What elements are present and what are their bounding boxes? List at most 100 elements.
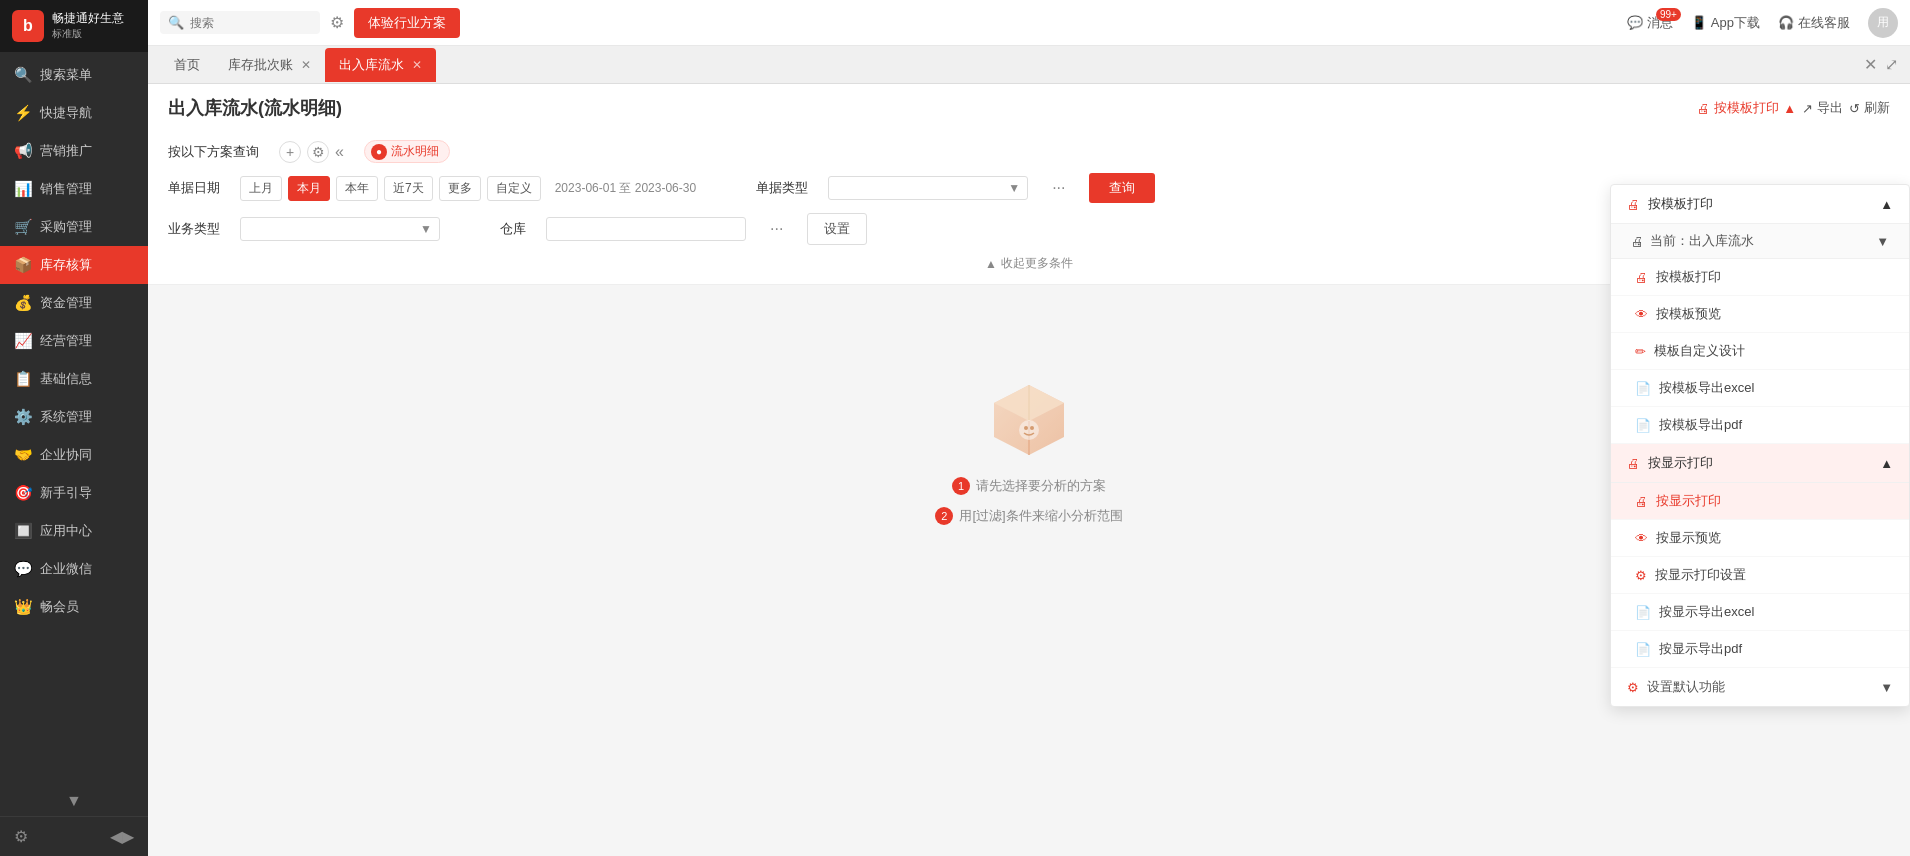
settings-button[interactable]: 设置 [807,213,867,245]
sidebar-item-label: 采购管理 [40,218,92,236]
window-close-btn[interactable]: ✕ [1864,55,1877,74]
sidebar-item-finance[interactable]: 💰 资金管理 [0,284,148,322]
topbar-right: 💬 消息 99+ 📱 App下载 🎧 在线客服 用 [1627,8,1898,38]
sidebar-item-guide[interactable]: 🎯 新手引导 [0,474,148,512]
filter-settings-btn[interactable]: ⚙ [307,141,329,163]
template-print-btn[interactable]: 🖨 按模板打印 ▲ [1697,99,1796,117]
dropdown-item-display-excel-label: 按显示导出excel [1659,603,1754,621]
dropdown-item-display-pdf[interactable]: 📄 按显示导出pdf [1611,631,1909,668]
dropdown-item-display-settings[interactable]: ⚙ 按显示打印设置 [1611,557,1909,594]
filter-tag-icon: ● [371,144,387,160]
date-btn-custom[interactable]: 自定义 [487,176,541,201]
date-btn-prev-month[interactable]: 上月 [240,176,282,201]
dropdown-footer[interactable]: ⚙ 设置默认功能 ▼ [1611,668,1909,706]
tab-batch-close-icon[interactable]: ✕ [301,59,311,71]
svg-point-6 [1030,426,1034,430]
dropdown-item-display-print[interactable]: 🖨 按显示打印 [1611,483,1909,520]
dropdown-footer-icon: ⚙ [1627,680,1639,695]
filter-add-btn[interactable]: + [279,141,301,163]
sidebar-item-enterprise[interactable]: 🤝 企业协同 [0,436,148,474]
dropdown-item-template-print[interactable]: 🖨 按模板打印 [1611,259,1909,296]
sidebar-settings-button[interactable]: ⚙ [14,827,28,846]
empty-hint-1: 1 请先选择要分析的方案 [952,477,1106,495]
system-icon: ⚙️ [14,408,32,426]
app-download-btn[interactable]: 📱 App下载 [1691,14,1760,32]
main-area: 🔍 ⚙ 体验行业方案 💬 消息 99+ 📱 App下载 🎧 在线客服 用 首页 [148,0,1910,856]
filter-tag[interactable]: ● 流水明细 [364,140,450,163]
tab-batch-account[interactable]: 库存批次账 ✕ [214,48,325,82]
collapse-more-btn[interactable]: ▲ 收起更多条件 [985,255,1073,272]
operations-icon: 📈 [14,332,32,350]
warehouse-more-btn[interactable]: ··· [766,220,787,238]
date-btn-current-year[interactable]: 本年 [336,176,378,201]
dropdown-item-display-excel-icon: 📄 [1635,605,1651,620]
sidebar-item-basics[interactable]: 📋 基础信息 [0,360,148,398]
filter-collapse-chevron[interactable]: « [335,143,344,161]
filter-row-1: 按以下方案查询 + ⚙ « ● 流水明细 [168,140,1890,163]
dropdown-current-icon: 🖨 [1631,234,1644,249]
dropdown-display-section[interactable]: 🖨 按显示打印 ▲ [1611,444,1909,483]
doc-type-select[interactable] [828,176,1028,200]
sidebar-item-label: 快捷导航 [40,104,92,122]
tab-home[interactable]: 首页 [160,48,214,82]
sidebar-item-inventory[interactable]: 📦 库存核算 [0,246,148,284]
date-btn-recent7[interactable]: 近7天 [384,176,433,201]
dropdown-item-template-customize[interactable]: ✏ 模板自定义设计 [1611,333,1909,370]
sidebar-item-label: 搜索菜单 [40,66,92,84]
business-type-select[interactable] [240,217,440,241]
topbar-search-input[interactable] [190,16,290,30]
doc-type-select-wrap: ▼ [828,176,1028,200]
sidebar-collapse-button[interactable]: ◀▶ [110,827,134,846]
dropdown-item-display-pdf-icon: 📄 [1635,642,1651,657]
sidebar-item-vip[interactable]: 👑 畅会员 [0,588,148,626]
dropdown-item-display-excel[interactable]: 📄 按显示导出excel [1611,594,1909,631]
sidebar-item-wechat[interactable]: 💬 企业微信 [0,550,148,588]
sidebar-item-appcenter[interactable]: 🔲 应用中心 [0,512,148,550]
date-btn-current-month[interactable]: 本月 [288,176,330,201]
dropdown-item-template-customize-label: 模板自定义设计 [1654,342,1745,360]
export-icon: ↗ [1802,101,1813,116]
sidebar-item-label: 基础信息 [40,370,92,388]
sidebar-item-system[interactable]: ⚙️ 系统管理 [0,398,148,436]
dropdown-item-template-pdf[interactable]: 📄 按模板导出pdf [1611,407,1909,444]
template-print-label: 按模板打印 [1714,99,1779,117]
warehouse-input[interactable] [546,217,746,241]
dropdown-item-template-preview[interactable]: 👁 按模板预览 [1611,296,1909,333]
sidebar-item-search[interactable]: 🔍 搜索菜单 [0,56,148,94]
online-service-btn[interactable]: 🎧 在线客服 [1778,14,1850,32]
dropdown-item-display-preview-icon: 👁 [1635,531,1648,546]
sidebar-item-label: 营销推广 [40,142,92,160]
export-label: 导出 [1817,99,1843,117]
dropdown-item-template-print-label: 按模板打印 [1656,268,1721,286]
sidebar-item-quick-nav[interactable]: ⚡ 快捷导航 [0,94,148,132]
export-btn[interactable]: ↗ 导出 [1802,99,1843,117]
dropdown-item-template-excel[interactable]: 📄 按模板导出excel [1611,370,1909,407]
user-avatar[interactable]: 用 [1868,8,1898,38]
refresh-btn[interactable]: ↺ 刷新 [1849,99,1890,117]
sidebar-item-label: 资金管理 [40,294,92,312]
dropdown-item-template-customize-icon: ✏ [1635,344,1646,359]
dropdown-footer-arrow: ▼ [1880,680,1893,695]
business-type-select-wrap: ▼ [240,217,440,241]
tab-flow-close-icon[interactable]: ✕ [412,59,422,71]
date-btn-more[interactable]: 更多 [439,176,481,201]
tab-flow[interactable]: 出入库流水 ✕ [325,48,436,82]
industry-btn[interactable]: 体验行业方案 [354,8,460,38]
sidebar-scroll-down[interactable]: ▼ [0,786,148,816]
sidebar-item-purchase[interactable]: 🛒 采购管理 [0,208,148,246]
sidebar-item-marketing[interactable]: 📢 营销推广 [0,132,148,170]
dropdown-template-section[interactable]: 🖨 按模板打印 ▲ [1611,185,1909,224]
dropdown-current-label[interactable]: 🖨 当前：出入库流水 ▼ [1611,224,1909,259]
empty-hint-2-text: 用[过滤]条件来缩小分析范围 [959,507,1122,525]
topbar-gear-icon[interactable]: ⚙ [330,13,344,32]
doc-type-more-btn[interactable]: ··· [1048,179,1069,197]
query-button[interactable]: 查询 [1089,173,1155,203]
warehouse-label: 仓库 [500,220,526,238]
message-btn[interactable]: 💬 消息 99+ [1627,14,1673,32]
sidebar-item-operations[interactable]: 📈 经营管理 [0,322,148,360]
sidebar-item-label: 新手引导 [40,484,92,502]
sidebar-item-sales[interactable]: 📊 销售管理 [0,170,148,208]
sidebar-item-label: 畅会员 [40,598,79,616]
window-maximize-btn[interactable]: ⤢ [1885,55,1898,74]
dropdown-item-display-preview[interactable]: 👁 按显示预览 [1611,520,1909,557]
